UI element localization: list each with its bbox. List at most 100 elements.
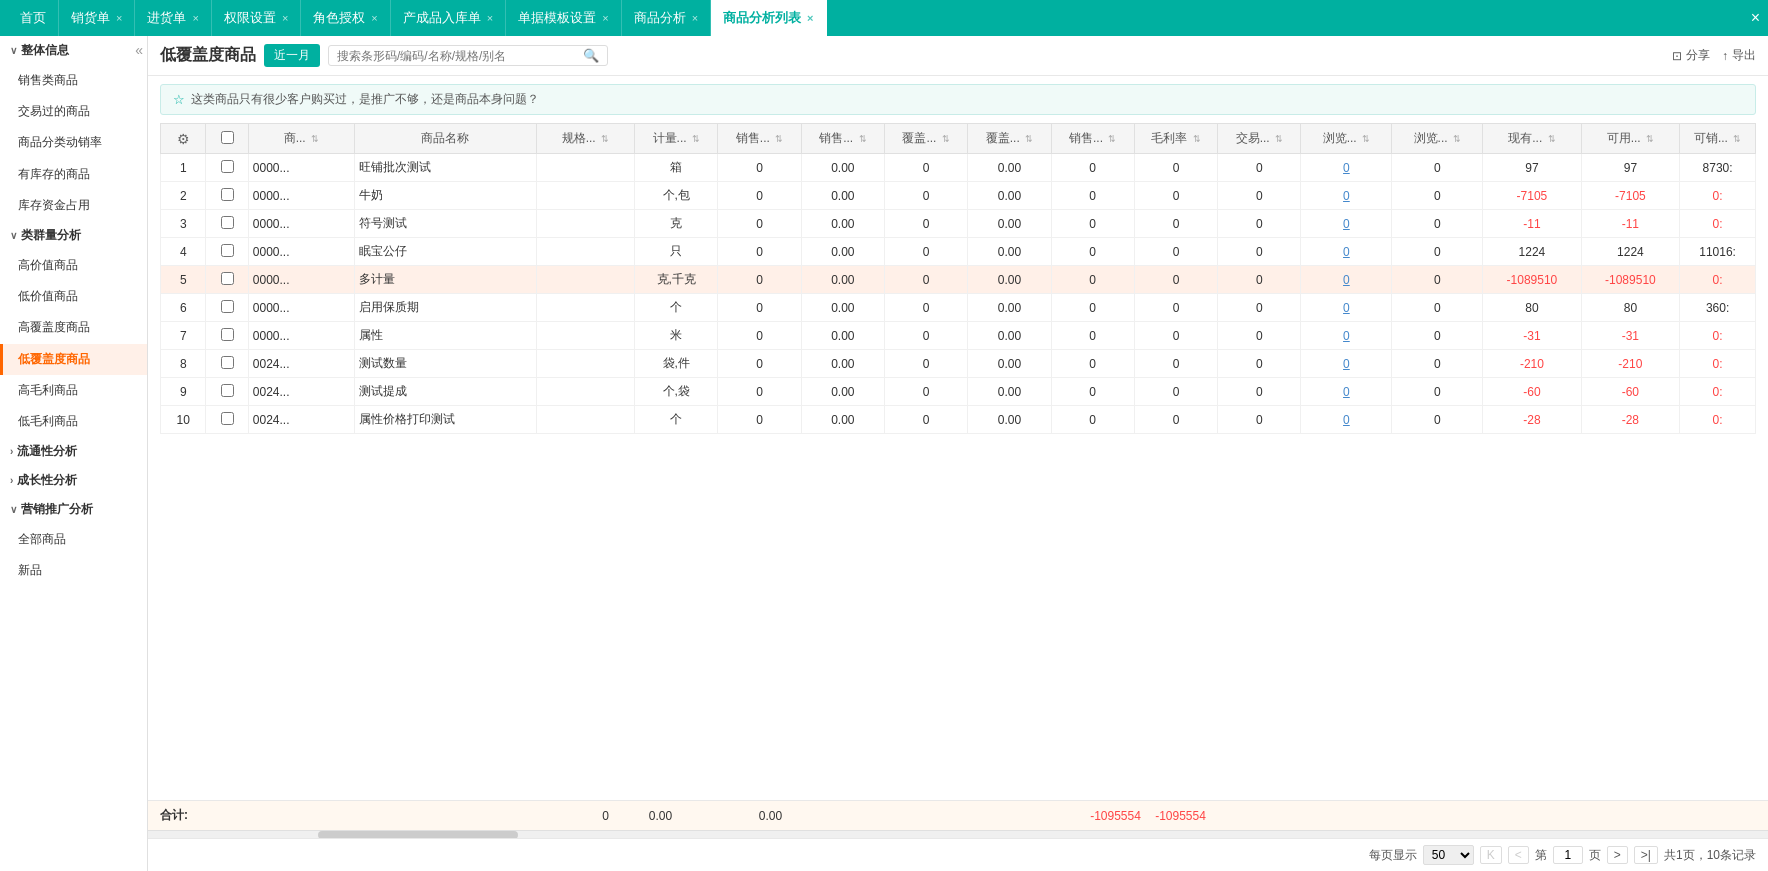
cell-check[interactable]: [206, 266, 248, 294]
col-header-browse2[interactable]: 浏览... ⇅: [1392, 124, 1483, 154]
cell-check[interactable]: [206, 322, 248, 350]
col-header-check[interactable]: [206, 124, 248, 154]
tab-sales-order[interactable]: 销货单 ×: [59, 0, 135, 36]
col-header-unit[interactable]: 计量... ⇅: [635, 124, 718, 154]
sidebar-section-marketing[interactable]: ∨ 营销推广分析: [0, 495, 147, 524]
cell-check[interactable]: [206, 210, 248, 238]
search-input[interactable]: [337, 49, 583, 63]
sidebar-item-stock-fund[interactable]: 库存资金占用: [0, 190, 147, 221]
col-header-name[interactable]: 商品名称: [354, 124, 536, 154]
col-header-cover1[interactable]: 覆盖... ⇅: [884, 124, 967, 154]
close-tab-purchase-order[interactable]: ×: [192, 12, 198, 24]
sidebar-collapse-button[interactable]: «: [135, 42, 143, 58]
cell-check[interactable]: [206, 350, 248, 378]
cell-check[interactable]: [206, 238, 248, 266]
cell-browse1[interactable]: 0: [1301, 322, 1392, 350]
sidebar-item-all-products[interactable]: 全部商品: [0, 524, 147, 555]
row-checkbox[interactable]: [221, 412, 234, 425]
row-checkbox[interactable]: [221, 328, 234, 341]
last-page-button[interactable]: >|: [1634, 846, 1658, 864]
sidebar-item-traded-products[interactable]: 交易过的商品: [0, 96, 147, 127]
sidebar-item-high-margin[interactable]: 高毛利商品: [0, 375, 147, 406]
select-all-checkbox[interactable]: [221, 131, 234, 144]
cell-check[interactable]: [206, 406, 248, 434]
col-header-settings[interactable]: ⚙: [161, 124, 206, 154]
settings-icon[interactable]: ⚙: [177, 131, 190, 147]
cell-check[interactable]: [206, 154, 248, 182]
tab-home[interactable]: 首页: [8, 0, 59, 36]
cell-browse1[interactable]: 0: [1301, 294, 1392, 322]
close-tab-product-analysis[interactable]: ×: [692, 12, 698, 24]
cell-browse1[interactable]: 0: [1301, 210, 1392, 238]
sidebar-item-in-stock-products[interactable]: 有库存的商品: [0, 159, 147, 190]
sidebar-item-category-rate[interactable]: 商品分类动销率: [0, 127, 147, 158]
sidebar-item-new-products[interactable]: 新品: [0, 555, 147, 586]
cell-browse1[interactable]: 0: [1301, 350, 1392, 378]
close-tab-permission-settings[interactable]: ×: [282, 12, 288, 24]
close-tab-sales-order[interactable]: ×: [116, 12, 122, 24]
cell-browse1[interactable]: 0: [1301, 266, 1392, 294]
col-header-code[interactable]: 商... ⇅: [248, 124, 354, 154]
row-checkbox[interactable]: [221, 216, 234, 229]
sidebar-item-high-value[interactable]: 高价值商品: [0, 250, 147, 281]
row-checkbox[interactable]: [221, 300, 234, 313]
row-checkbox[interactable]: [221, 188, 234, 201]
cell-browse1[interactable]: 0: [1301, 154, 1392, 182]
sidebar-section-growth[interactable]: › 成长性分析: [0, 466, 147, 495]
close-tab-template-settings[interactable]: ×: [602, 12, 608, 24]
col-header-sales1[interactable]: 销售... ⇅: [718, 124, 801, 154]
cell-browse1[interactable]: 0: [1301, 238, 1392, 266]
cell-check[interactable]: [206, 378, 248, 406]
sidebar-item-high-coverage[interactable]: 高覆盖度商品: [0, 312, 147, 343]
next-page-button[interactable]: >: [1607, 846, 1628, 864]
prev-page-button[interactable]: <: [1508, 846, 1529, 864]
tab-purchase-order[interactable]: 进货单 ×: [135, 0, 211, 36]
close-tab-role-auth[interactable]: ×: [371, 12, 377, 24]
sidebar-section-cluster[interactable]: ∨ 类群量分析: [0, 221, 147, 250]
sidebar-item-low-margin[interactable]: 低毛利商品: [0, 406, 147, 437]
horizontal-scrollbar[interactable]: [148, 830, 1768, 838]
col-header-sale[interactable]: 可销... ⇅: [1680, 124, 1756, 154]
share-button[interactable]: ⊡ 分享: [1672, 47, 1710, 64]
row-checkbox[interactable]: [221, 244, 234, 257]
col-header-stock2[interactable]: 可用... ⇅: [1581, 124, 1679, 154]
tab-permission-settings[interactable]: 权限设置 ×: [212, 0, 301, 36]
per-page-select[interactable]: 50 100 200: [1423, 845, 1474, 865]
export-button[interactable]: ↑ 导出: [1722, 47, 1756, 64]
cell-browse1[interactable]: 0: [1301, 406, 1392, 434]
search-icon[interactable]: 🔍: [583, 48, 599, 63]
tab-template-settings[interactable]: 单据模板设置 ×: [506, 0, 621, 36]
close-tab-product-analysis-list[interactable]: ×: [807, 12, 813, 24]
row-checkbox[interactable]: [221, 384, 234, 397]
col-header-cover2[interactable]: 覆盖... ⇅: [968, 124, 1051, 154]
col-header-browse1[interactable]: 浏览... ⇅: [1301, 124, 1392, 154]
col-header-trade[interactable]: 交易... ⇅: [1218, 124, 1301, 154]
cell-unit: 个,袋: [635, 378, 718, 406]
cell-check[interactable]: [206, 182, 248, 210]
first-page-button[interactable]: K: [1480, 846, 1502, 864]
col-header-stock1[interactable]: 现有... ⇅: [1483, 124, 1581, 154]
col-header-sales2[interactable]: 销售... ⇅: [801, 124, 884, 154]
cell-check[interactable]: [206, 294, 248, 322]
sidebar-section-liquidity[interactable]: › 流通性分析: [0, 437, 147, 466]
col-header-profit[interactable]: 毛利率 ⇅: [1134, 124, 1217, 154]
sidebar-item-low-coverage[interactable]: 低覆盖度商品: [0, 344, 147, 375]
col-header-sales3[interactable]: 销售... ⇅: [1051, 124, 1134, 154]
row-checkbox[interactable]: [221, 356, 234, 369]
col-header-spec[interactable]: 规格... ⇅: [536, 124, 634, 154]
tab-product-entry[interactable]: 产成品入库单 ×: [391, 0, 506, 36]
sidebar-section-overall[interactable]: ∨ 整体信息: [0, 36, 147, 65]
tab-product-analysis[interactable]: 商品分析 ×: [622, 0, 711, 36]
date-filter-button[interactable]: 近一月: [264, 44, 320, 67]
cell-browse1[interactable]: 0: [1301, 182, 1392, 210]
close-all-tabs-button[interactable]: ×: [1751, 0, 1760, 36]
page-number-input[interactable]: [1553, 846, 1583, 864]
close-tab-product-entry[interactable]: ×: [487, 12, 493, 24]
tab-product-analysis-list[interactable]: 商品分析列表 ×: [711, 0, 826, 36]
row-checkbox[interactable]: [221, 272, 234, 285]
sidebar-item-low-value[interactable]: 低价值商品: [0, 281, 147, 312]
cell-browse1[interactable]: 0: [1301, 378, 1392, 406]
sidebar-item-sales-products[interactable]: 销售类商品: [0, 65, 147, 96]
row-checkbox[interactable]: [221, 160, 234, 173]
tab-role-auth[interactable]: 角色授权 ×: [301, 0, 390, 36]
